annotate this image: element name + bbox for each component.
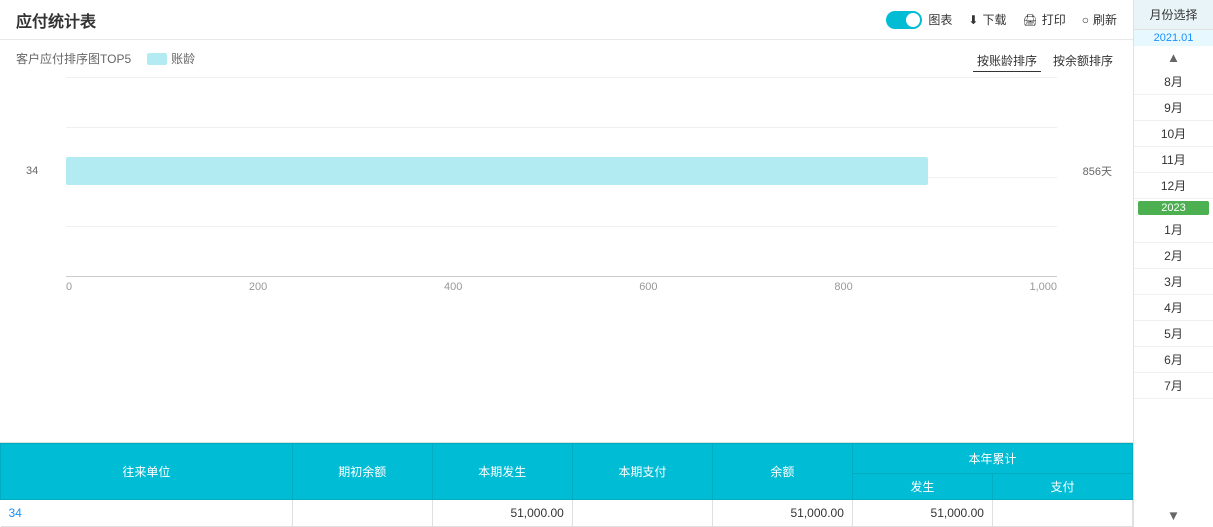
col-current-pay: 本期支付 [572,444,712,500]
page-title: 应付统计表 [16,8,96,32]
chart-toggle-group: 图表 [886,11,952,29]
sidebar-month-1[interactable]: 1月 [1134,217,1213,243]
refresh-button[interactable]: ○ 刷新 [1082,11,1117,28]
cell-current-occur: 51,000.00 [432,500,572,527]
table-row: 34 51,000.00 51,000.00 51,000.00 [1,500,1133,527]
bar-left-label: 34 [26,165,38,177]
x-tick-0: 0 [66,281,72,293]
sidebar: 月份选择 2021.01 ▲ 8月 9月 10月 11月 12月 2023 1月… [1133,0,1213,527]
x-tick-400: 400 [444,281,462,293]
sidebar-header: 月份选择 [1134,0,1213,30]
download-button[interactable]: ⬇ 下载 [968,11,1006,28]
chart-legend: 客户应付排序图TOP5 账龄 [16,50,1117,67]
data-table: 往来单位 期初余额 本期发生 本期支付 余额 本年累计 发生 支付 34 [0,443,1133,527]
chart-toggle[interactable] [886,11,922,29]
col-opening: 期初余额 [292,444,432,500]
col-balance: 余额 [712,444,852,500]
legend-color: 账龄 [147,50,195,67]
sidebar-month-list: 8月 9月 10月 11月 12月 2023 1月 2月 3月 4月 5月 6月… [1134,69,1213,504]
x-tick-1000: 1,000 [1029,281,1057,293]
sidebar-month-2[interactable]: 2月 [1134,243,1213,269]
bar-chart: 34 856天 0 200 400 600 800 [16,77,1117,337]
header-actions: 图表 ⬇ 下载 🖨 打印 ○ 刷新 [886,11,1117,29]
x-tick-200: 200 [249,281,267,293]
sidebar-month-3[interactable]: 3月 [1134,269,1213,295]
legend-main: 客户应付排序图TOP5 [16,50,131,67]
sidebar-month-11[interactable]: 11月 [1134,147,1213,173]
cell-unit[interactable]: 34 [1,500,293,527]
chart-section: 客户应付排序图TOP5 账龄 按账龄排序 按余额排序 [0,40,1133,442]
header: 应付统计表 图表 ⬇ 下载 🖨 打印 ○ 刷新 [0,0,1133,40]
cell-current-pay [572,500,712,527]
cell-ytd-pay [992,500,1132,527]
col-from-unit: 往来单位 [1,444,293,500]
sidebar-month-10[interactable]: 10月 [1134,121,1213,147]
x-tick-800: 800 [834,281,852,293]
bar-row: 34 856天 [66,157,1057,185]
sidebar-month-12[interactable]: 12月 [1134,173,1213,199]
print-button[interactable]: 🖨 打印 [1022,11,1065,28]
sidebar-month-7[interactable]: 7月 [1134,373,1213,399]
sort-by-amount-button[interactable]: 按余额排序 [1049,50,1117,72]
legend-color-box [147,53,167,65]
x-tick-600: 600 [639,281,657,293]
chart-toggle-label: 图表 [928,11,952,28]
sidebar-month-5[interactable]: 5月 [1134,321,1213,347]
print-icon: 🖨 [1022,13,1037,27]
sort-by-balance-button[interactable]: 按账龄排序 [973,50,1041,72]
sidebar-month-6[interactable]: 6月 [1134,347,1213,373]
bar-right-label: 856天 [1083,163,1112,179]
sidebar-year-badge-2023: 2023 [1138,201,1209,215]
cell-balance: 51,000.00 [712,500,852,527]
refresh-icon: ○ [1082,13,1089,27]
x-axis-line [66,276,1057,277]
x-axis-ticks: 0 200 400 600 800 1,000 [66,281,1057,293]
bar-track: 856天 [66,157,1057,185]
col-ytd-occur: 发生 [852,474,992,500]
bar-fill [66,157,928,185]
download-icon: ⬇ [968,13,978,27]
sidebar-month-9[interactable]: 9月 [1134,95,1213,121]
col-ytd: 本年累计 [852,444,1132,474]
sidebar-up-button[interactable]: ▲ [1134,46,1213,69]
sidebar-year-display: 2021.01 [1134,30,1213,46]
sidebar-month-4[interactable]: 4月 [1134,295,1213,321]
col-ytd-pay: 支付 [992,474,1132,500]
table-section: 往来单位 期初余额 本期发生 本期支付 余额 本年累计 发生 支付 34 [0,442,1133,527]
sort-buttons: 按账龄排序 按余额排序 [973,50,1117,72]
cell-opening [292,500,432,527]
cell-ytd-occur: 51,000.00 [852,500,992,527]
sidebar-down-button[interactable]: ▼ [1134,504,1213,527]
col-current-occur: 本期发生 [432,444,572,500]
table-header-row: 往来单位 期初余额 本期发生 本期支付 余额 本年累计 [1,444,1133,474]
sidebar-month-8[interactable]: 8月 [1134,69,1213,95]
